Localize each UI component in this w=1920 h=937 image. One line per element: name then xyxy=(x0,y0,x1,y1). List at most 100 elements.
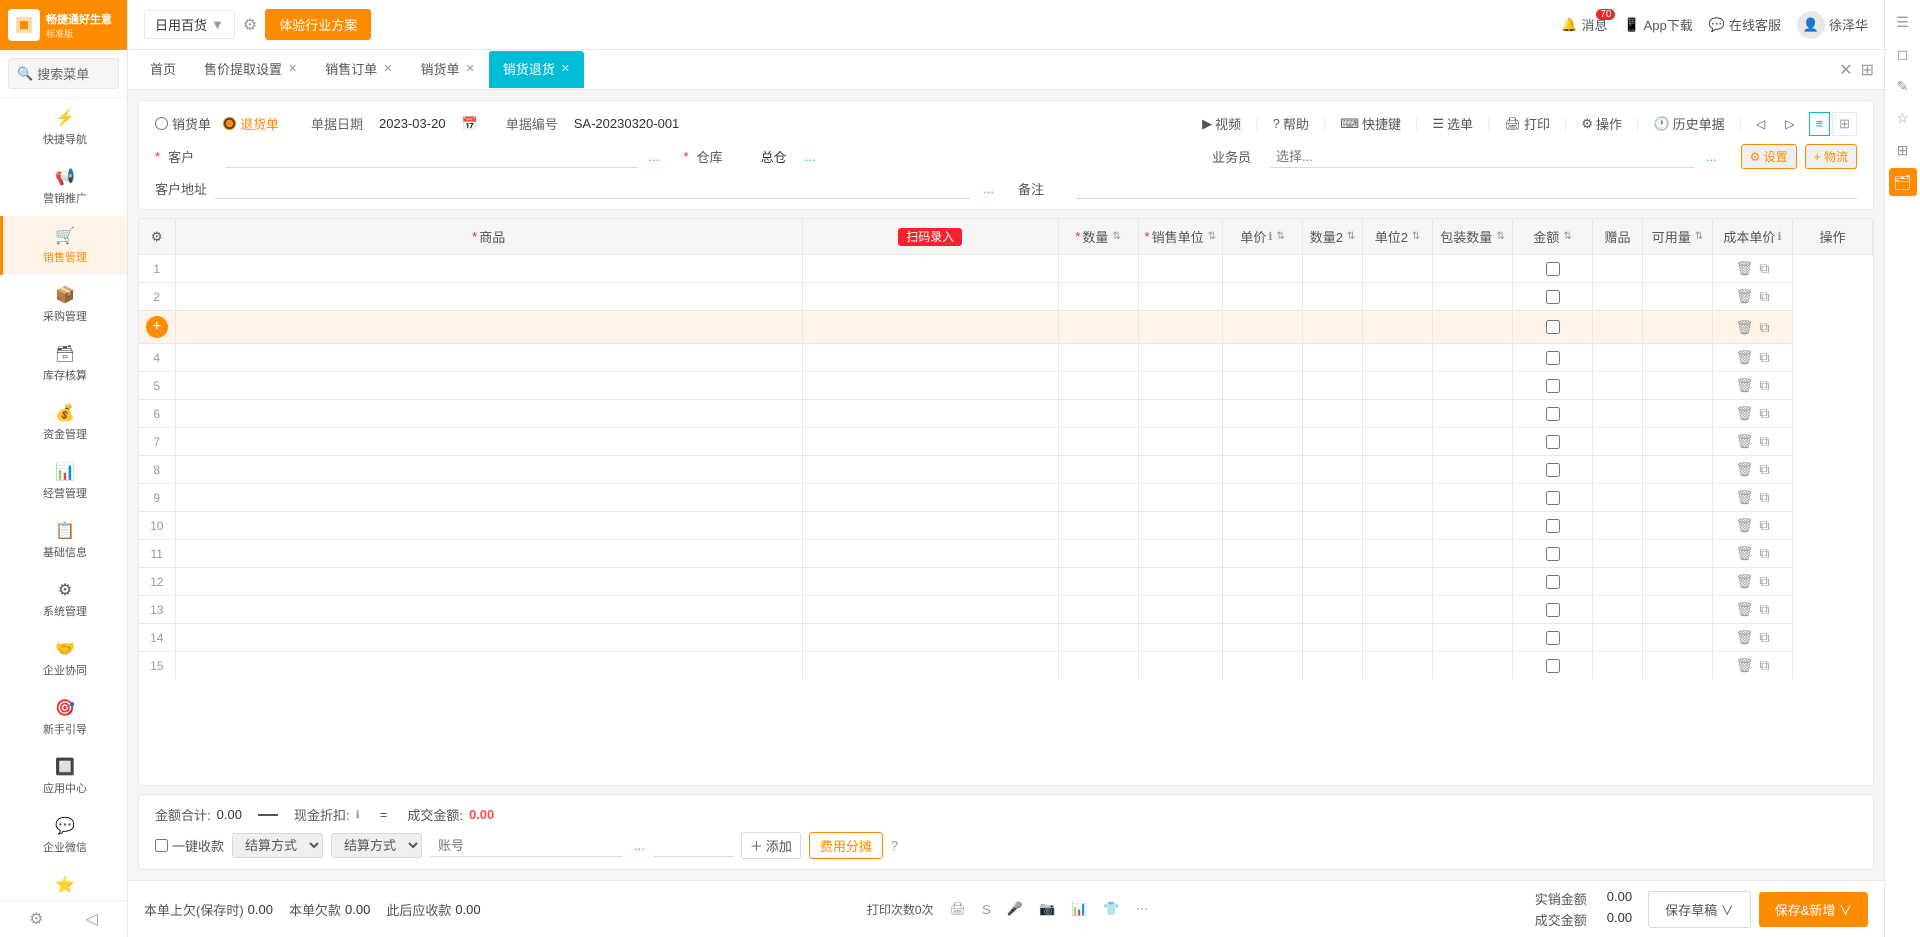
remark-input[interactable] xyxy=(1076,177,1857,199)
view-card-btn[interactable]: ⊞ xyxy=(1832,112,1857,136)
copy-row-btn[interactable]: ⧉ xyxy=(1759,545,1769,562)
delete-row-btn[interactable]: 🗑 xyxy=(1736,517,1754,534)
print-btn[interactable]: 🖨 打印 xyxy=(1498,111,1556,136)
copy-row-btn[interactable]: ⧉ xyxy=(1759,489,1769,506)
save-draft-btn[interactable]: 保存草稿 ∨ xyxy=(1648,891,1751,928)
radio-sale-goods[interactable]: 销货单 xyxy=(155,114,211,133)
tab-home[interactable]: 首页 xyxy=(136,51,190,88)
logistics-btn[interactable]: + 物流 xyxy=(1805,144,1857,169)
right-sidebar-btn-2[interactable]: ✎ xyxy=(1889,72,1917,100)
gift-checkbox[interactable] xyxy=(1546,631,1560,645)
help-btn[interactable]: ? 帮助 xyxy=(1267,111,1315,136)
price-sort-icon[interactable]: ⇅ xyxy=(1276,231,1284,242)
add-row-btn[interactable]: + xyxy=(146,316,168,338)
copy-row-btn[interactable]: ⧉ xyxy=(1759,405,1769,422)
tab-sale-price[interactable]: 售价提取设置 ✕ xyxy=(190,51,311,88)
notification-btn[interactable]: 🔔 70 消息 xyxy=(1561,15,1607,34)
next-record-btn[interactable]: ▷ xyxy=(1779,114,1800,134)
settle-method-select[interactable]: 结算方式 xyxy=(232,833,323,858)
unit-sort-icon[interactable]: ⇅ xyxy=(1208,231,1216,242)
gift-checkbox[interactable] xyxy=(1546,463,1560,477)
copy-row-btn[interactable]: ⧉ xyxy=(1759,517,1769,534)
sidebar-item-purchase[interactable]: 📦 采购管理 xyxy=(0,275,127,334)
trial-btn[interactable]: 体验行业方案 xyxy=(265,9,371,40)
avail-sort-icon[interactable]: ⇅ xyxy=(1695,231,1703,242)
qty-sort-icon[interactable]: ⇅ xyxy=(1112,231,1120,242)
tab-sale-order[interactable]: 销售订单 ✕ xyxy=(311,51,406,88)
shortcut-btn[interactable]: ⌨ 快捷键 xyxy=(1334,111,1407,136)
scan-btn[interactable]: 扫码录入 xyxy=(898,228,962,246)
copy-row-btn[interactable]: ⧉ xyxy=(1759,319,1769,336)
share-icon[interactable]: 👕 xyxy=(1103,901,1119,917)
gift-checkbox[interactable] xyxy=(1546,290,1560,304)
fee-help-icon[interactable]: ? xyxy=(891,838,898,853)
customer-input[interactable] xyxy=(226,146,637,168)
sidebar-item-inventory[interactable]: 🗃 库存核算 xyxy=(0,334,127,393)
delete-row-btn[interactable]: 🗑 xyxy=(1736,319,1754,336)
right-sidebar-btn-3[interactable]: ☆ xyxy=(1889,104,1917,132)
gift-checkbox[interactable] xyxy=(1546,435,1560,449)
right-sidebar-btn-4[interactable]: ⊞ xyxy=(1889,136,1917,164)
more-icon[interactable]: ⋯ xyxy=(1136,901,1149,917)
user-menu-btn[interactable]: 👤 徐泽华 xyxy=(1797,11,1868,39)
payment-amount-input[interactable] xyxy=(653,835,733,857)
print-icon-bottom[interactable]: 🖨 xyxy=(950,901,967,917)
gift-checkbox[interactable] xyxy=(1546,603,1560,617)
delete-row-btn[interactable]: 🗑 xyxy=(1736,433,1754,450)
gift-checkbox[interactable] xyxy=(1546,320,1560,334)
address-picker-btn[interactable]: ... xyxy=(983,181,994,196)
date-picker-icon[interactable]: 📅 xyxy=(462,116,478,132)
module-selector[interactable]: 日用百货 ▼ xyxy=(144,10,235,39)
code-icon[interactable]: 📷 xyxy=(1039,901,1055,917)
operate-btn[interactable]: ⚙ 操作 xyxy=(1575,111,1628,136)
gift-checkbox[interactable] xyxy=(1546,379,1560,393)
sidebar-settings-btn[interactable]: ⚙ xyxy=(29,909,43,929)
prev-record-btn[interactable]: ◁ xyxy=(1750,114,1771,134)
right-sidebar-btn-5[interactable]: 🗂 xyxy=(1889,168,1917,196)
th-scan[interactable]: 扫码录入 xyxy=(802,219,1058,255)
copy-row-btn[interactable]: ⧉ xyxy=(1759,573,1769,590)
font-icon[interactable]: S xyxy=(982,902,991,917)
address-input[interactable] xyxy=(215,177,971,199)
sidebar-item-marketing[interactable]: 📢 营销推广 xyxy=(0,157,127,216)
qty2-sort-icon[interactable]: ⇅ xyxy=(1347,231,1355,242)
cost-info-icon[interactable]: ℹ xyxy=(1777,230,1781,243)
gift-checkbox[interactable] xyxy=(1546,351,1560,365)
radio-sale-return[interactable]: 退货单 xyxy=(223,114,279,133)
view-table-btn[interactable]: ≡ xyxy=(1809,112,1831,136)
fee-split-btn[interactable]: 费用分摊 xyxy=(809,832,883,859)
tab-sale-return[interactable]: 销货退货 ✕ xyxy=(489,51,584,88)
sidebar-collapse-btn[interactable]: ◁ xyxy=(86,909,98,929)
radio-return-input[interactable] xyxy=(223,117,236,130)
history-btn[interactable]: 🕐 历史单据 xyxy=(1647,111,1730,136)
delete-row-btn[interactable]: 🗑 xyxy=(1736,489,1754,506)
delete-row-btn[interactable]: 🗑 xyxy=(1736,349,1754,366)
gift-checkbox[interactable] xyxy=(1546,547,1560,561)
delete-row-btn[interactable]: 🗑 xyxy=(1736,629,1754,646)
online-service-btn[interactable]: 💬 在线客服 xyxy=(1709,15,1781,34)
copy-row-btn[interactable]: ⧉ xyxy=(1759,433,1769,450)
delete-row-btn[interactable]: 🗑 xyxy=(1736,573,1754,590)
customer-picker-btn[interactable]: ... xyxy=(649,149,660,164)
product-input[interactable] xyxy=(182,320,796,335)
right-sidebar-btn-0[interactable]: ☰ xyxy=(1889,8,1917,36)
right-sidebar-btn-1[interactable]: ◻ xyxy=(1889,40,1917,68)
tab-sale-goods-close[interactable]: ✕ xyxy=(466,62,475,75)
account-input[interactable] xyxy=(430,835,622,857)
tab-close-all-btn[interactable]: ✕ xyxy=(1837,58,1854,82)
price-info-icon[interactable]: ℹ xyxy=(1268,230,1272,243)
unit2-sort-icon[interactable]: ⇅ xyxy=(1412,231,1420,242)
copy-row-btn[interactable]: ⧉ xyxy=(1759,288,1769,305)
table-icon[interactable]: 📊 xyxy=(1071,901,1087,917)
delete-row-btn[interactable]: 🗑 xyxy=(1736,405,1754,422)
copy-row-btn[interactable]: ⧉ xyxy=(1759,657,1769,674)
tab-sale-order-close[interactable]: ✕ xyxy=(383,62,392,75)
tab-more-btn[interactable]: ⊞ xyxy=(1859,58,1876,82)
delete-row-btn[interactable]: 🗑 xyxy=(1736,601,1754,618)
warehouse-picker-btn[interactable]: ... xyxy=(805,149,816,164)
delete-row-btn[interactable]: 🗑 xyxy=(1736,657,1754,674)
th-settings[interactable]: ⚙ xyxy=(139,219,175,255)
gift-checkbox[interactable] xyxy=(1546,491,1560,505)
copy-row-btn[interactable]: ⧉ xyxy=(1759,629,1769,646)
gift-checkbox[interactable] xyxy=(1546,519,1560,533)
